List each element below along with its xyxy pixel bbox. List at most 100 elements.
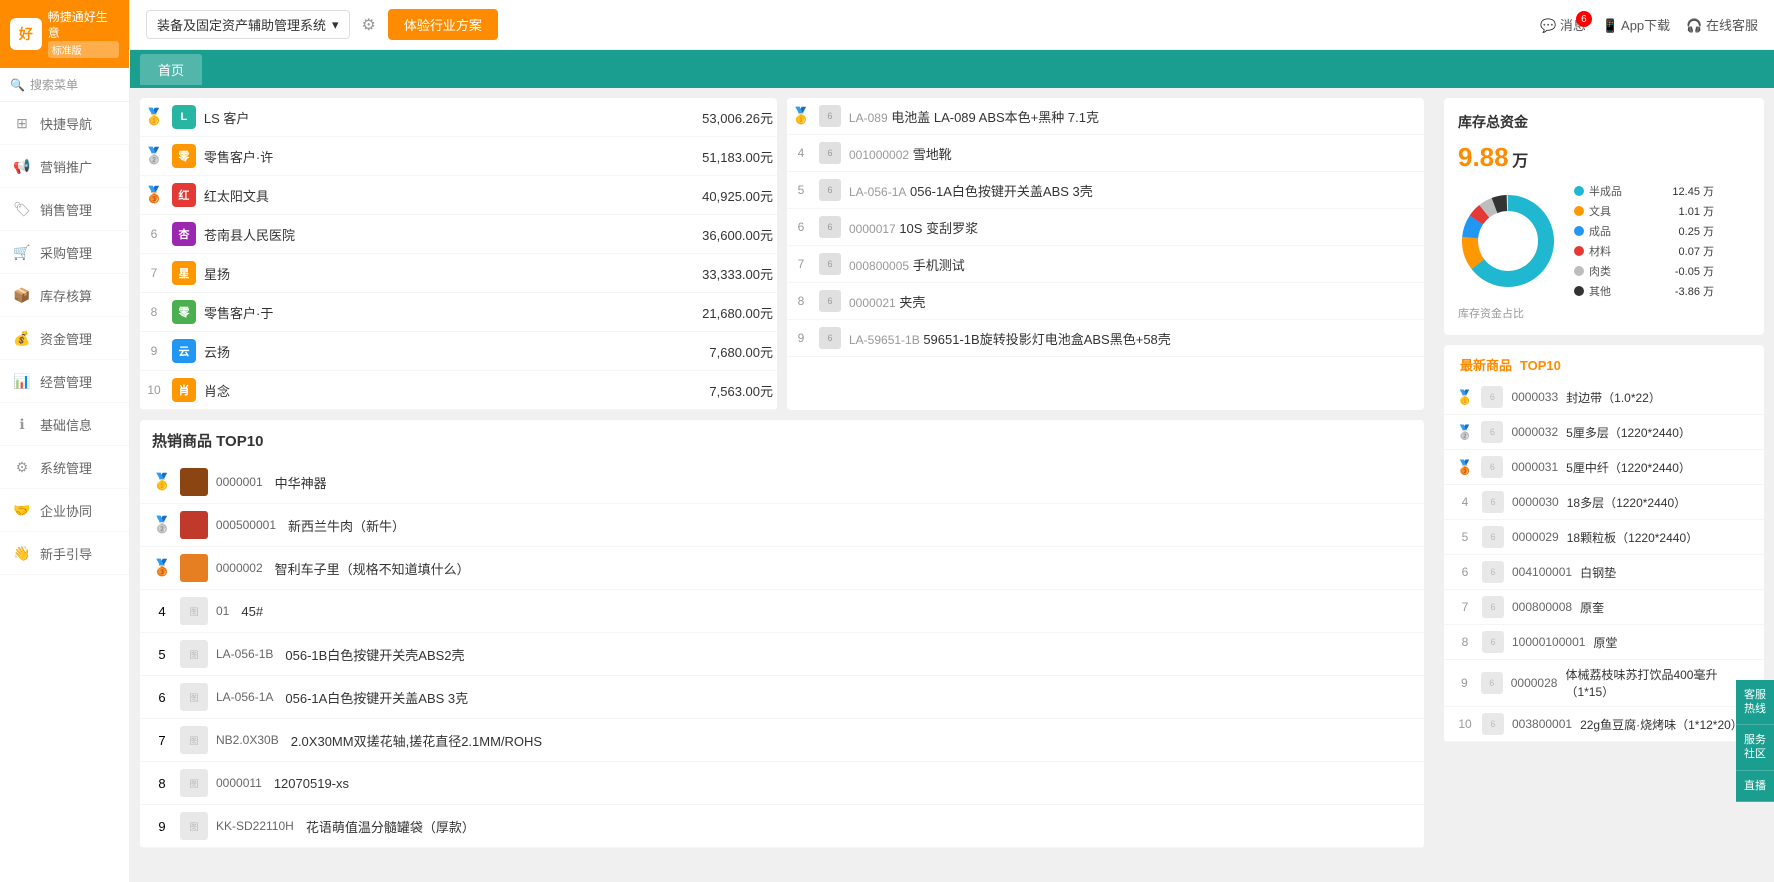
sidebar-nav-item-企业协同[interactable]: 🤝企业协同: [0, 489, 129, 532]
product-name: 45#: [241, 604, 263, 619]
product-code: 0000011: [216, 776, 262, 790]
search-icon: 🔍: [10, 78, 25, 92]
hot-product-item: 9 图 KK-SD22110H 花语萌值温分髓罐袋（厚款）: [140, 805, 1424, 848]
legend-item: 文具 1.01 万: [1574, 203, 1714, 219]
customer-rank-item: 8 零 零售客户·于 21,680.00元: [140, 293, 777, 332]
sidebar-nav-item-库存核算[interactable]: 📦库存核算: [0, 274, 129, 317]
rank-num: 8: [152, 776, 172, 791]
product-name: 花语萌值温分髓罐袋（厚款）: [306, 817, 475, 836]
nav-label: 经营管理: [40, 372, 92, 391]
customer-name: 零售客户·许: [204, 147, 694, 166]
nav-label: 基础信息: [40, 415, 92, 434]
newest-code: 0000033: [1511, 390, 1558, 404]
nav-label: 库存核算: [40, 286, 92, 305]
product-code: NB2.0X30B: [216, 733, 279, 747]
product-name: 中华神器: [275, 473, 327, 492]
sidebar-nav-item-基础信息[interactable]: ℹ 基础信息: [0, 403, 129, 446]
tabbar: 首页: [130, 50, 1774, 88]
settings-icon[interactable]: ⚙: [362, 15, 376, 35]
system-select[interactable]: 装备及固定资产辅助管理系统 ▾: [146, 10, 350, 39]
customer-avatar: 云: [172, 339, 196, 363]
message-icon: 💬: [1540, 18, 1556, 33]
hot-product-item: 🥇 0000001 中华神器: [140, 461, 1424, 504]
sidebar-nav-item-营销推广[interactable]: 📢营销推广: [0, 145, 129, 188]
logo-icon: 好: [10, 18, 42, 50]
tab-home[interactable]: 首页: [140, 54, 202, 85]
newest-icon: 6: [1481, 386, 1503, 408]
nav-icon: 📢: [12, 156, 32, 176]
sidebar-nav-item-采购管理[interactable]: 🛒采购管理: [0, 231, 129, 274]
rank-num: 8: [144, 305, 164, 319]
product-image-placeholder: 图: [180, 597, 208, 625]
product-icon: 6: [819, 216, 841, 238]
hot-product-item: 4 图 01 45#: [140, 590, 1424, 633]
float-btn-客服热线[interactable]: 客服热线: [1736, 680, 1774, 726]
nav-icon: ℹ: [12, 414, 32, 434]
medal-icon: 🥇: [152, 472, 172, 492]
product-code: 000500001: [216, 518, 276, 532]
newest-icon: 6: [1482, 526, 1504, 548]
legend-dot: [1574, 226, 1584, 236]
online-service-wrap[interactable]: 🎧 在线客服: [1686, 15, 1758, 34]
content-area: 🥇 L LS 客户 53,006.26元 🥈 零 零售客户·许 51,183.0…: [130, 88, 1774, 882]
product-name: 2.0X30MM双搓花轴,搓花直径2.1MM/ROHS: [291, 731, 542, 750]
logo-area: 好 畅捷通好生意 标准版: [0, 0, 129, 68]
legend-label: 其他: [1589, 283, 1670, 299]
customer-ranking-list: 🥇 L LS 客户 53,006.26元 🥈 零 零售客户·许 51,183.0…: [140, 98, 777, 410]
sidebar-nav-item-资金管理[interactable]: 💰 资金管理: [0, 317, 129, 360]
medal-icon: 🥇: [1456, 389, 1473, 406]
inventory-unit: 万: [1512, 153, 1528, 170]
sidebar-nav-item-经营管理[interactable]: 📊经营管理: [0, 360, 129, 403]
legend-dot: [1574, 206, 1584, 216]
customer-rank-item: 9 云 云扬 7,680.00元: [140, 332, 777, 371]
legend-label: 半成品: [1589, 183, 1667, 199]
newest-code: 0000031: [1511, 460, 1558, 474]
newest-product-item: 🥉 6 0000031 5厘中纤（1220*2440）: [1444, 450, 1764, 485]
newest-icon: 6: [1481, 672, 1503, 694]
product-icon: 6: [819, 179, 841, 201]
sidebar-nav-item-销售管理[interactable]: 🏷销售管理: [0, 188, 129, 231]
customer-name: 星扬: [204, 264, 694, 283]
product-code: KK-SD22110H: [216, 819, 294, 833]
customer-amount: 7,563.00元: [709, 381, 773, 400]
sidebar-nav-item-快捷导航[interactable]: ⊞快捷导航: [0, 102, 129, 145]
hot-products-list: 🥇 0000001 中华神器 🥈 000500001 新西兰牛肉（新牛） 🥉 0…: [140, 461, 1424, 848]
rank-num: 9: [152, 819, 172, 834]
newest-products-card: 最新商品 TOP10 🥇 6 0000033 封边带（1.0*22） 🥈 6 0…: [1444, 345, 1764, 742]
legend-item: 其他 -3.86 万: [1574, 283, 1714, 299]
sidebar-nav-item-新手引导[interactable]: 👋新手引导: [0, 532, 129, 575]
legend-label: 文具: [1589, 203, 1674, 219]
app-download-wrap[interactable]: 📱 App下载: [1602, 15, 1670, 34]
newest-icon: 6: [1482, 561, 1504, 583]
customer-avatar: 红: [172, 183, 196, 207]
product-image-placeholder: 图: [180, 769, 208, 797]
product-ranking-card: 🥇 6 LA-089 电池盖 LA-089 ABS本色+黑种 7.1克 4 6 …: [787, 98, 1424, 410]
inventory-title: 库存总资金: [1458, 112, 1528, 132]
nav-label: 系统管理: [40, 458, 92, 477]
customer-amount: 40,925.00元: [702, 186, 773, 205]
rank-num: 5: [1456, 530, 1474, 544]
nav-icon: 💰: [12, 328, 32, 348]
message-icon-wrap[interactable]: 💬 消息 6: [1540, 15, 1586, 34]
rank-num: 6: [791, 220, 811, 234]
nav-label: 资金管理: [40, 329, 92, 348]
product-image-placeholder: 图: [180, 812, 208, 840]
product-image: [180, 468, 208, 496]
medal-icon: 🥉: [1456, 459, 1473, 476]
float-btn-服务社区[interactable]: 服务社区: [1736, 725, 1774, 771]
product-image-placeholder: 图: [180, 683, 208, 711]
float-btn-直播[interactable]: 直播: [1736, 771, 1774, 802]
customer-amount: 7,680.00元: [709, 342, 773, 361]
newest-icon: 6: [1482, 491, 1504, 513]
newest-product-item: 4 6 0000030 18多层（1220*2440）: [1444, 485, 1764, 520]
trial-button[interactable]: 体验行业方案: [388, 9, 498, 40]
customer-amount: 21,680.00元: [702, 303, 773, 322]
headset-icon: 🎧: [1686, 18, 1702, 33]
product-code: 0000001: [216, 475, 263, 489]
search-menu[interactable]: 🔍 搜索菜单: [0, 68, 129, 102]
newest-icon: 6: [1482, 631, 1504, 653]
sidebar-nav-item-系统管理[interactable]: ⚙系统管理: [0, 446, 129, 489]
newest-product-item: 6 6 004100001 白钢垫: [1444, 555, 1764, 590]
legend-label: 肉类: [1589, 263, 1670, 279]
product-code: LA-056-1A: [216, 690, 273, 704]
